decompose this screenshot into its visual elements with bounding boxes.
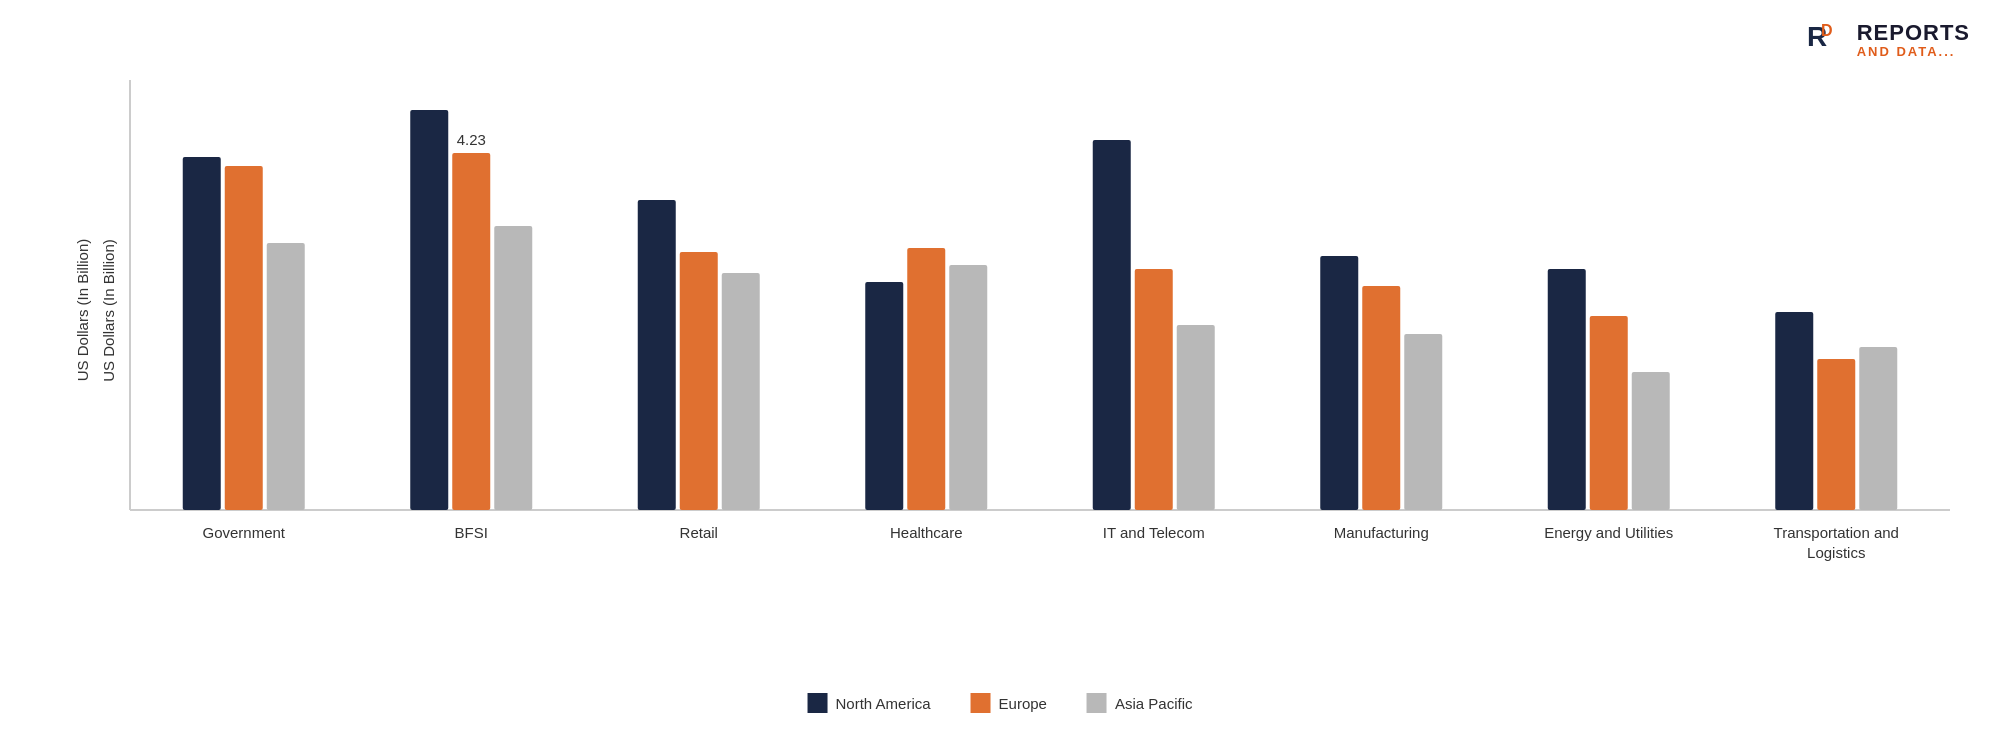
bar-Manufacturing-eu	[1362, 286, 1400, 510]
bar-IT-and-Telecom-na	[1093, 140, 1131, 510]
bar-Retail-eu	[680, 252, 718, 510]
bar-BFSI-ap	[494, 226, 532, 510]
legend-label-ap: Asia Pacific	[1115, 695, 1193, 712]
x-label-7: Transportation and	[1774, 524, 1899, 541]
legend: North America Europe Asia Pacific	[808, 693, 1193, 713]
bar-BFSI-eu	[452, 153, 490, 510]
legend-label-na: North America	[836, 695, 931, 712]
bar-Manufacturing-na	[1320, 256, 1358, 510]
logo-reports-text: REPORTS	[1857, 21, 1970, 45]
bar-Healthcare-na	[865, 282, 903, 510]
x-label-6: Energy and Utilities	[1544, 524, 1673, 541]
legend-item-na: North America	[808, 693, 931, 713]
y-axis-label-svg: US Dollars (In Billion)	[74, 239, 91, 382]
bar-Government-eu	[225, 166, 263, 510]
bar-BFSI-na	[410, 110, 448, 510]
bar-Manufacturing-ap	[1404, 334, 1442, 510]
bar-Energy-and-Utilities-eu	[1590, 316, 1628, 510]
bar-Healthcare-ap	[949, 265, 987, 510]
bar-Energy-and-Utilities-na	[1548, 269, 1586, 510]
legend-label-eu: Europe	[999, 695, 1047, 712]
logo-anddata-text: AND DATA...	[1857, 45, 1970, 59]
bar-Government-ap	[267, 243, 305, 510]
x-label-1: BFSI	[455, 524, 488, 541]
x-label-2: Retail	[680, 524, 718, 541]
svg-text:D: D	[1821, 22, 1833, 39]
legend-item-ap: Asia Pacific	[1087, 693, 1193, 713]
x-label2-7: Logistics	[1807, 544, 1865, 561]
x-label-4: IT and Telecom	[1103, 524, 1205, 541]
x-label-3: Healthcare	[890, 524, 963, 541]
legend-swatch-eu	[971, 693, 991, 713]
logo-area: R D REPORTS AND DATA...	[1805, 18, 1970, 62]
bar-Transportation-and-eu	[1817, 359, 1855, 510]
bar-Transportation-and-ap	[1859, 347, 1897, 510]
bar-Energy-and-Utilities-ap	[1632, 372, 1670, 510]
logo-text: REPORTS AND DATA...	[1857, 21, 1970, 59]
legend-swatch-na	[808, 693, 828, 713]
logo-icon: R D	[1805, 18, 1849, 62]
bar-IT-and-Telecom-ap	[1177, 325, 1215, 510]
x-label-0: Government	[202, 524, 285, 541]
x-label-5: Manufacturing	[1334, 524, 1429, 541]
bar-Transportation-and-na	[1775, 312, 1813, 510]
bar-Retail-ap	[722, 273, 760, 510]
bar-Healthcare-eu	[907, 248, 945, 510]
bar-value-label-bfsi: 4.23	[457, 131, 486, 148]
legend-item-eu: Europe	[971, 693, 1047, 713]
bar-chart-svg: Government 4.23 BFSI Retail Healthcare IT and…	[70, 70, 1970, 590]
bar-Retail-na	[638, 200, 676, 510]
bar-IT-and-Telecom-eu	[1135, 269, 1173, 510]
chart-container: R D REPORTS AND DATA... US Dollars (In B…	[0, 0, 2000, 741]
legend-swatch-ap	[1087, 693, 1107, 713]
bar-Government-na	[183, 157, 221, 510]
